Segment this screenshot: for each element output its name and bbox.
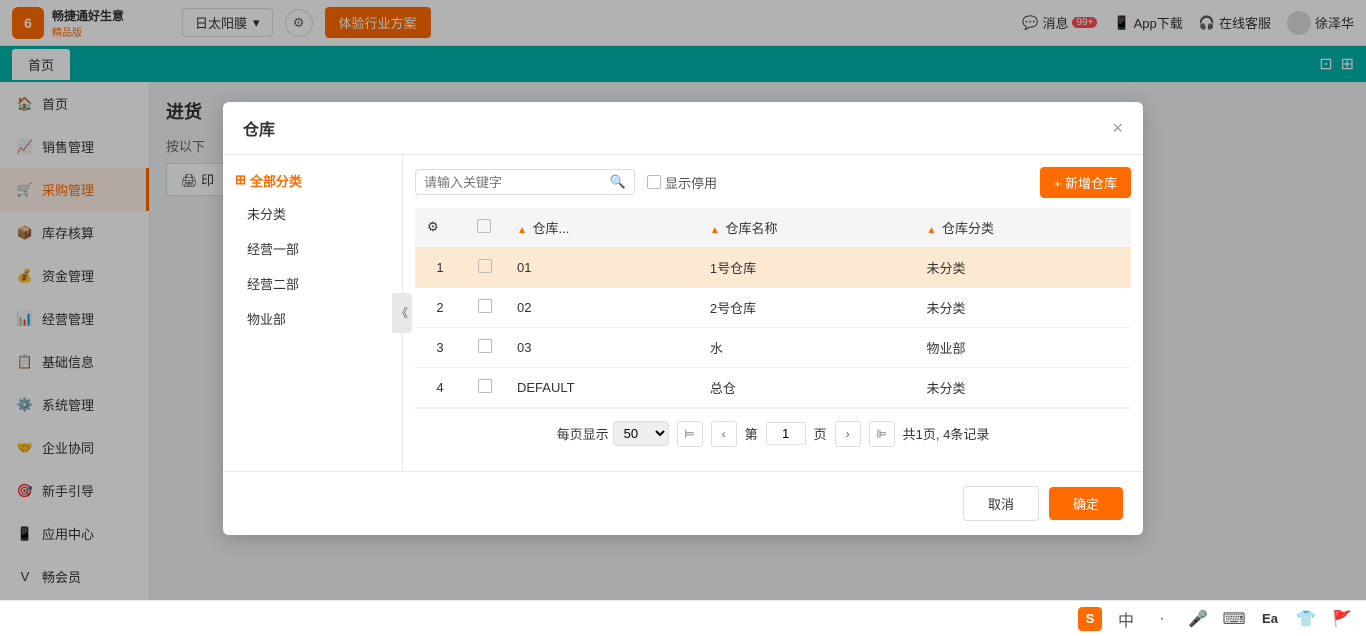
page-input[interactable]	[766, 422, 806, 445]
th-warehouse-category: ▲ 仓库分类	[914, 208, 1131, 248]
warehouse-table: ⚙ ▲ 仓库... ▲	[415, 208, 1131, 408]
table-row[interactable]: 2 02 2号仓库 未分类	[415, 287, 1131, 327]
table-area: 🔍 显示停用 + 新增仓库	[403, 155, 1143, 471]
category-header[interactable]: ⊞ 全部分类	[223, 165, 402, 196]
modal-body: ⊞ 全部分类 未分类 经营一部 经营二部 物业部 《	[223, 155, 1143, 471]
row-cat-4: 未分类	[914, 367, 1131, 407]
row-checkbox-1[interactable]	[478, 259, 492, 273]
mic-icon[interactable]: 🎤	[1186, 607, 1210, 631]
row-name-4: 总仓	[698, 367, 915, 407]
cat-item-ops2[interactable]: 经营二部	[223, 266, 402, 301]
cat-item-property[interactable]: 物业部	[223, 301, 402, 336]
cat-item-ops1[interactable]: 经营一部	[223, 231, 402, 266]
shirt-icon: 👕	[1294, 607, 1318, 631]
row-code-1: 01	[505, 247, 698, 287]
last-page-button[interactable]: ⊫	[869, 421, 895, 447]
row-no-1: 1	[415, 247, 465, 287]
dot-icon: ·	[1150, 607, 1174, 631]
row-checkbox-2[interactable]	[478, 299, 492, 313]
row-name-3: 水	[698, 327, 915, 367]
row-no-4: 4	[415, 367, 465, 407]
row-name-1: 1号仓库	[698, 247, 915, 287]
th-warehouse-code: ▲ 仓库...	[505, 208, 698, 248]
per-page-select[interactable]: 50 10 20 100	[613, 421, 669, 446]
flag-icon: 🚩	[1330, 607, 1354, 631]
show-disabled-checkbox[interactable]	[647, 175, 661, 189]
modal-header: 仓库 ×	[223, 102, 1143, 155]
confirm-button[interactable]: 确定	[1049, 487, 1123, 520]
table-row[interactable]: 4 DEFAULT 总仓 未分类	[415, 367, 1131, 407]
row-code-4: DEFAULT	[505, 367, 698, 407]
modal-overlay: 仓库 × ⊞ 全部分类 未分类 经营一部 经营二部 物业部 《	[0, 0, 1366, 636]
next-page-button[interactable]: ›	[835, 421, 861, 447]
category-sidebar: ⊞ 全部分类 未分类 经营一部 经营二部 物业部 《	[223, 155, 403, 471]
chinese-input-icon[interactable]: 中	[1114, 607, 1138, 631]
row-check-4	[465, 367, 505, 407]
bottom-bar: S 中 · 🎤 ⌨ Ea 👕 🚩	[0, 600, 1366, 636]
row-no-2: 2	[415, 287, 465, 327]
th-check	[465, 208, 505, 248]
add-warehouse-button[interactable]: + 新增仓库	[1040, 167, 1131, 198]
ea-button[interactable]: Ea	[1258, 607, 1282, 631]
modal-footer: 取消 确定	[223, 471, 1143, 535]
cat-item-uncategorized[interactable]: 未分类	[223, 196, 402, 231]
sort-cat-icon: ▲	[926, 225, 936, 236]
per-page-selector: 每页显示 50 10 20 100	[557, 421, 669, 446]
first-page-button[interactable]: ⊨	[677, 421, 703, 447]
sort-icon: ▲	[517, 225, 527, 236]
collapse-sidebar-button[interactable]: 《	[392, 293, 412, 333]
s-logo: S	[1078, 607, 1102, 631]
table-toolbar: 🔍 显示停用 + 新增仓库	[415, 167, 1131, 198]
row-check-1	[465, 247, 505, 287]
prev-page-button[interactable]: ‹	[711, 421, 737, 447]
warehouse-modal: 仓库 × ⊞ 全部分类 未分类 经营一部 经营二部 物业部 《	[223, 102, 1143, 535]
modal-title: 仓库	[243, 116, 275, 140]
cancel-button[interactable]: 取消	[963, 486, 1039, 521]
grid-icon: ⊞	[235, 172, 246, 188]
th-warehouse-name: ▲ 仓库名称	[698, 208, 915, 248]
modal-close-button[interactable]: ×	[1112, 119, 1123, 137]
search-icon[interactable]: 🔍	[610, 174, 626, 190]
gear-icon[interactable]: ⚙	[427, 219, 439, 234]
show-disabled-label: 显示停用	[647, 173, 717, 192]
keyboard-icon[interactable]: ⌨	[1222, 607, 1246, 631]
row-checkbox-4[interactable]	[478, 379, 492, 393]
row-cat-2: 未分类	[914, 287, 1131, 327]
th-gear: ⚙	[415, 208, 465, 248]
row-cat-3: 物业部	[914, 327, 1131, 367]
table-row[interactable]: 3 03 水 物业部	[415, 327, 1131, 367]
row-no-3: 3	[415, 327, 465, 367]
sort-name-icon: ▲	[710, 225, 720, 236]
row-name-2: 2号仓库	[698, 287, 915, 327]
select-all-checkbox[interactable]	[477, 219, 491, 233]
row-check-2	[465, 287, 505, 327]
table-row[interactable]: 1 01 1号仓库 未分类	[415, 247, 1131, 287]
pagination: 每页显示 50 10 20 100 ⊨ ‹ 第 页 › ⊫	[415, 408, 1131, 459]
row-check-3	[465, 327, 505, 367]
row-code-2: 02	[505, 287, 698, 327]
row-checkbox-3[interactable]	[478, 339, 492, 353]
row-code-3: 03	[505, 327, 698, 367]
search-box: 🔍	[415, 169, 635, 195]
search-input[interactable]	[424, 175, 606, 190]
row-cat-1: 未分类	[914, 247, 1131, 287]
